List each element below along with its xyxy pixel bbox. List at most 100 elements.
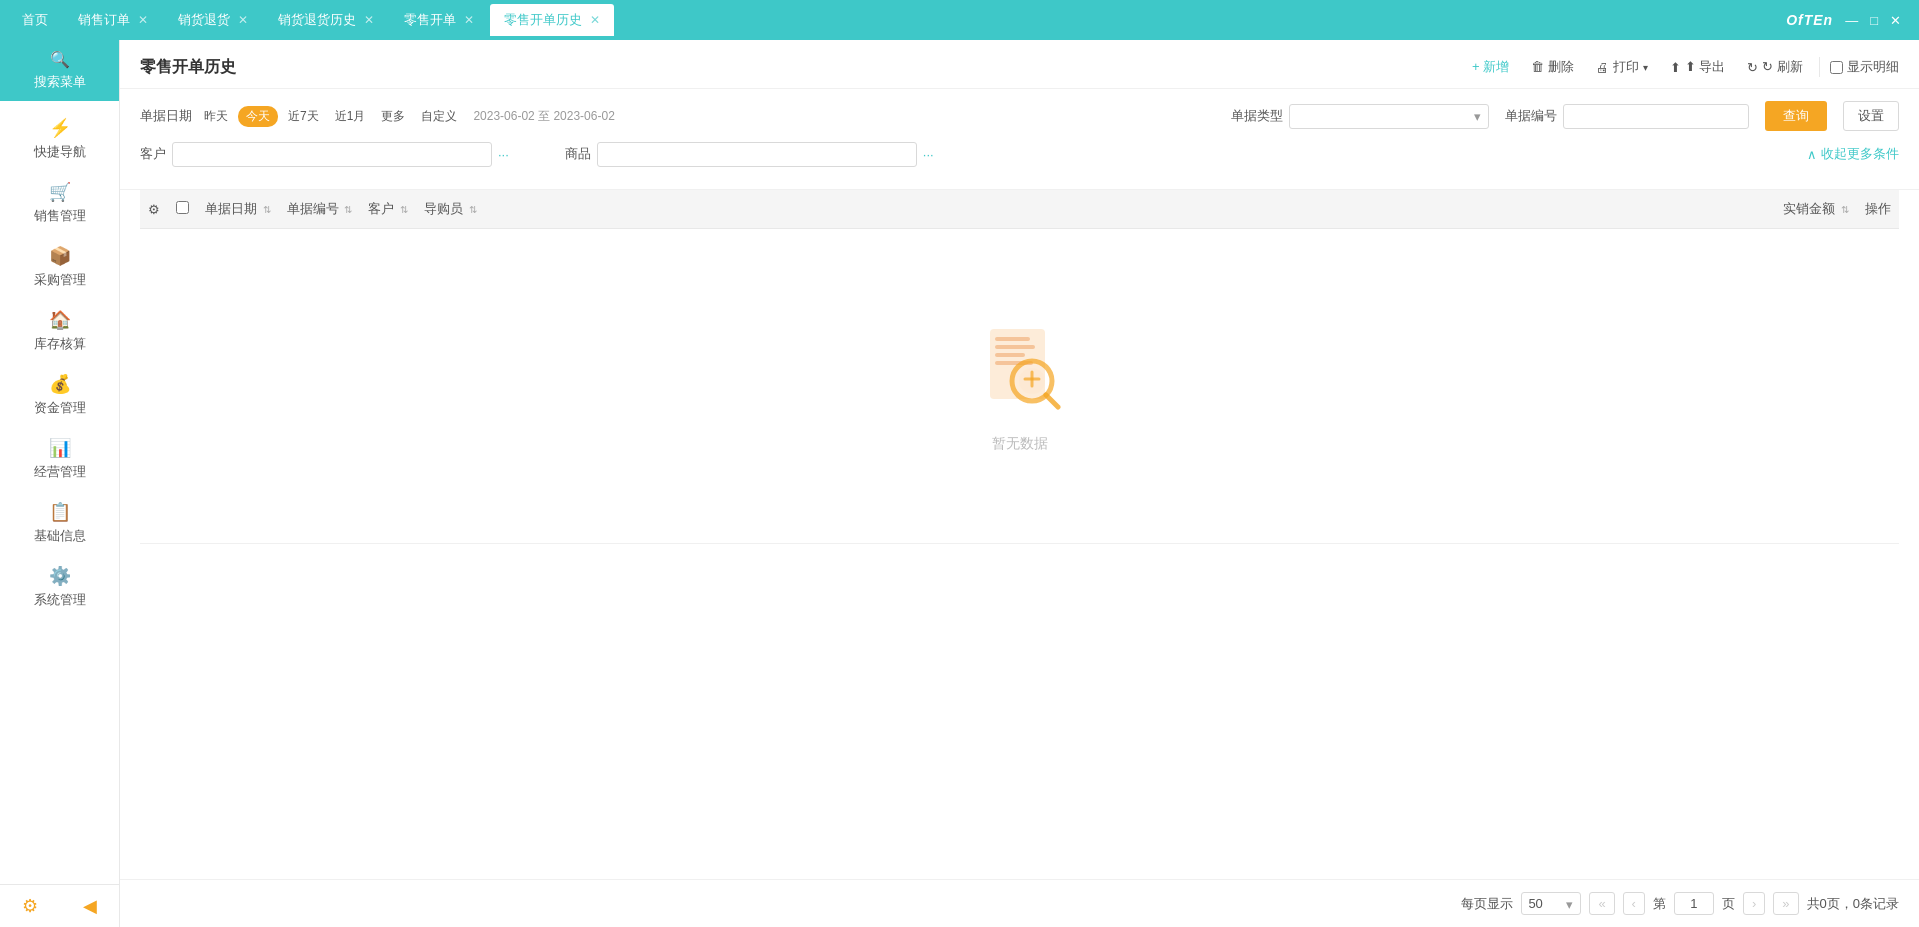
- select-all-checkbox[interactable]: [176, 201, 189, 214]
- custom-shortcut[interactable]: 自定义: [415, 106, 463, 127]
- column-settings-icon[interactable]: ⚙: [148, 202, 160, 217]
- customer-ellipsis-btn[interactable]: ···: [498, 147, 509, 162]
- settings-bottom-btn[interactable]: ⚙: [22, 895, 38, 917]
- prev-page-btn[interactable]: ‹: [1623, 892, 1645, 915]
- today-shortcut[interactable]: 今天: [238, 106, 278, 127]
- sidebar-item-inventory[interactable]: 🏠 库存核算: [0, 299, 119, 363]
- sidebar-item-sales[interactable]: 🛒 销售管理: [0, 171, 119, 235]
- collapse-icon: ∧: [1807, 147, 1817, 162]
- collapse-filters-btn[interactable]: ∧ 收起更多条件: [1807, 141, 1899, 167]
- next-page-btn[interactable]: ›: [1743, 892, 1765, 915]
- sidebar-item-purchase[interactable]: 📦 采购管理: [0, 235, 119, 299]
- th-customer[interactable]: 客户 ⇅: [360, 190, 416, 229]
- current-page-input[interactable]: [1674, 892, 1714, 915]
- purchase-icon: 📦: [49, 245, 71, 267]
- sidebar-item-operations[interactable]: 📊 经营管理: [0, 427, 119, 491]
- svg-line-7: [1046, 395, 1058, 407]
- empty-state-cell: 暂无数据: [140, 229, 1899, 544]
- search-icon: 🔍: [50, 50, 70, 69]
- doc-no-input[interactable]: [1563, 104, 1749, 129]
- content-area: 零售开单历史 + 新增 🗑 删除 🖨 打印 ▾ ⬆ ⬆ 导出 ↻ ↻ 刷新: [120, 40, 1919, 927]
- sidebar-item-system[interactable]: ⚙️ 系统管理: [0, 555, 119, 619]
- tab-retail-open-label: 零售开单: [404, 11, 456, 29]
- sidebar-inventory-label: 库存核算: [34, 335, 86, 353]
- goods-input[interactable]: [597, 142, 917, 167]
- filter-doc-no: 单据编号: [1505, 104, 1749, 129]
- main-layout: 🔍 搜索菜单 ⚡ 快捷导航 🛒 销售管理 📦 采购管理 🏠 库存核算 💰: [0, 40, 1919, 927]
- last7-shortcut[interactable]: 近7天: [282, 106, 325, 127]
- sidebar-item-basic-info[interactable]: 📋 基础信息: [0, 491, 119, 555]
- svg-rect-3: [995, 353, 1025, 357]
- customer-label: 客户: [140, 145, 166, 163]
- export-icon: ⬆: [1670, 60, 1681, 75]
- delete-button[interactable]: 🗑 删除: [1525, 54, 1580, 80]
- tab-retail-open-close[interactable]: ✕: [464, 13, 474, 27]
- query-button[interactable]: 查询: [1765, 101, 1827, 131]
- th-action: 操作: [1857, 190, 1899, 229]
- sidebar-item-quick-nav[interactable]: ⚡ 快捷导航: [0, 107, 119, 171]
- display-detail-input[interactable]: [1830, 61, 1843, 74]
- tab-sales-order[interactable]: 销售订单 ✕: [64, 4, 162, 36]
- th-amount[interactable]: 实销金额 ⇅: [1775, 190, 1857, 229]
- tab-sales-return-history[interactable]: 销货退货历史 ✕: [264, 4, 388, 36]
- refresh-button[interactable]: ↻ ↻ 刷新: [1741, 54, 1809, 80]
- tab-sales-order-label: 销售订单: [78, 11, 130, 29]
- goods-ellipsis-btn[interactable]: ···: [923, 147, 934, 162]
- page-size-select[interactable]: 10 20 50 100: [1521, 892, 1581, 915]
- doc-type-select[interactable]: [1289, 104, 1489, 129]
- svg-rect-1: [995, 337, 1030, 341]
- print-button[interactable]: 🖨 打印 ▾: [1590, 54, 1654, 80]
- collapse-sidebar-btn[interactable]: ◀: [83, 895, 97, 917]
- th-date[interactable]: 单据日期 ⇅: [197, 190, 279, 229]
- export-button[interactable]: ⬆ ⬆ 导出: [1664, 54, 1732, 80]
- last1month-shortcut[interactable]: 近1月: [329, 106, 372, 127]
- tab-sales-return-history-label: 销货退货历史: [278, 11, 356, 29]
- last-page-btn[interactable]: »: [1773, 892, 1798, 915]
- th-no[interactable]: 单据编号 ⇅: [279, 190, 361, 229]
- svg-rect-2: [995, 345, 1035, 349]
- sidebar-items: ⚡ 快捷导航 🛒 销售管理 📦 采购管理 🏠 库存核算 💰 资金管理 📊: [0, 101, 119, 884]
- tab-retail-open[interactable]: 零售开单 ✕: [390, 4, 488, 36]
- th-date-label: 单据日期: [205, 201, 257, 216]
- sidebar-search[interactable]: 🔍 搜索菜单: [0, 40, 119, 101]
- th-spacer: [485, 190, 1776, 229]
- tab-retail-open-history-close[interactable]: ✕: [590, 13, 600, 27]
- customer-input[interactable]: [172, 142, 492, 167]
- th-guide[interactable]: 导购员 ⇅: [416, 190, 485, 229]
- sidebar-search-label: 搜索菜单: [34, 73, 86, 91]
- pagination: 每页显示 10 20 50 100 « ‹ 第 页 › » 共0页，0条记录: [120, 879, 1919, 927]
- first-page-btn[interactable]: «: [1589, 892, 1614, 915]
- table-header: ⚙ 单据日期 ⇅ 单据编号 ⇅: [140, 190, 1899, 229]
- th-checkbox[interactable]: [168, 190, 197, 229]
- th-amount-sort-icon: ⇅: [1841, 204, 1849, 215]
- display-detail-checkbox[interactable]: 显示明细: [1830, 58, 1899, 76]
- th-guide-label: 导购员: [424, 201, 463, 216]
- yesterday-shortcut[interactable]: 昨天: [198, 106, 234, 127]
- toolbar: + 新增 🗑 删除 🖨 打印 ▾ ⬆ ⬆ 导出 ↻ ↻ 刷新: [1466, 54, 1899, 80]
- empty-text: 暂无数据: [992, 435, 1048, 453]
- add-button[interactable]: + 新增: [1466, 54, 1515, 80]
- th-settings[interactable]: ⚙: [140, 190, 168, 229]
- tab-retail-open-history[interactable]: 零售开单历史 ✕: [490, 4, 614, 36]
- page-title: 零售开单历史: [140, 57, 236, 78]
- maximize-btn[interactable]: □: [1870, 13, 1878, 28]
- tab-home[interactable]: 首页: [8, 4, 62, 36]
- close-btn-window[interactable]: ✕: [1890, 13, 1901, 28]
- minimize-btn[interactable]: —: [1845, 13, 1858, 28]
- settings-button[interactable]: 设置: [1843, 101, 1899, 131]
- tab-sales-return-history-close[interactable]: ✕: [364, 13, 374, 27]
- tab-sales-order-close[interactable]: ✕: [138, 13, 148, 27]
- filter-customer: 客户 ···: [140, 142, 509, 167]
- tab-sales-return-label: 销货退货: [178, 11, 230, 29]
- more-shortcut[interactable]: 更多: [375, 106, 411, 127]
- quick-nav-icon: ⚡: [49, 117, 71, 139]
- table-body: 暂无数据: [140, 229, 1899, 544]
- tab-home-label: 首页: [22, 11, 48, 29]
- top-nav-bar: 首页 销售订单 ✕ 销货退货 ✕ 销货退货历史 ✕ 零售开单 ✕ 零售开单历史 …: [0, 0, 1919, 40]
- filter-date: 单据日期 昨天 今天 近7天 近1月 更多 自定义 2023-06-02 至 2…: [140, 106, 615, 127]
- filter-area: 单据日期 昨天 今天 近7天 近1月 更多 自定义 2023-06-02 至 2…: [120, 89, 1919, 190]
- sidebar-item-finance[interactable]: 💰 资金管理: [0, 363, 119, 427]
- tab-sales-return[interactable]: 销货退货 ✕: [164, 4, 262, 36]
- tab-sales-return-close[interactable]: ✕: [238, 13, 248, 27]
- basic-info-icon: 📋: [49, 501, 71, 523]
